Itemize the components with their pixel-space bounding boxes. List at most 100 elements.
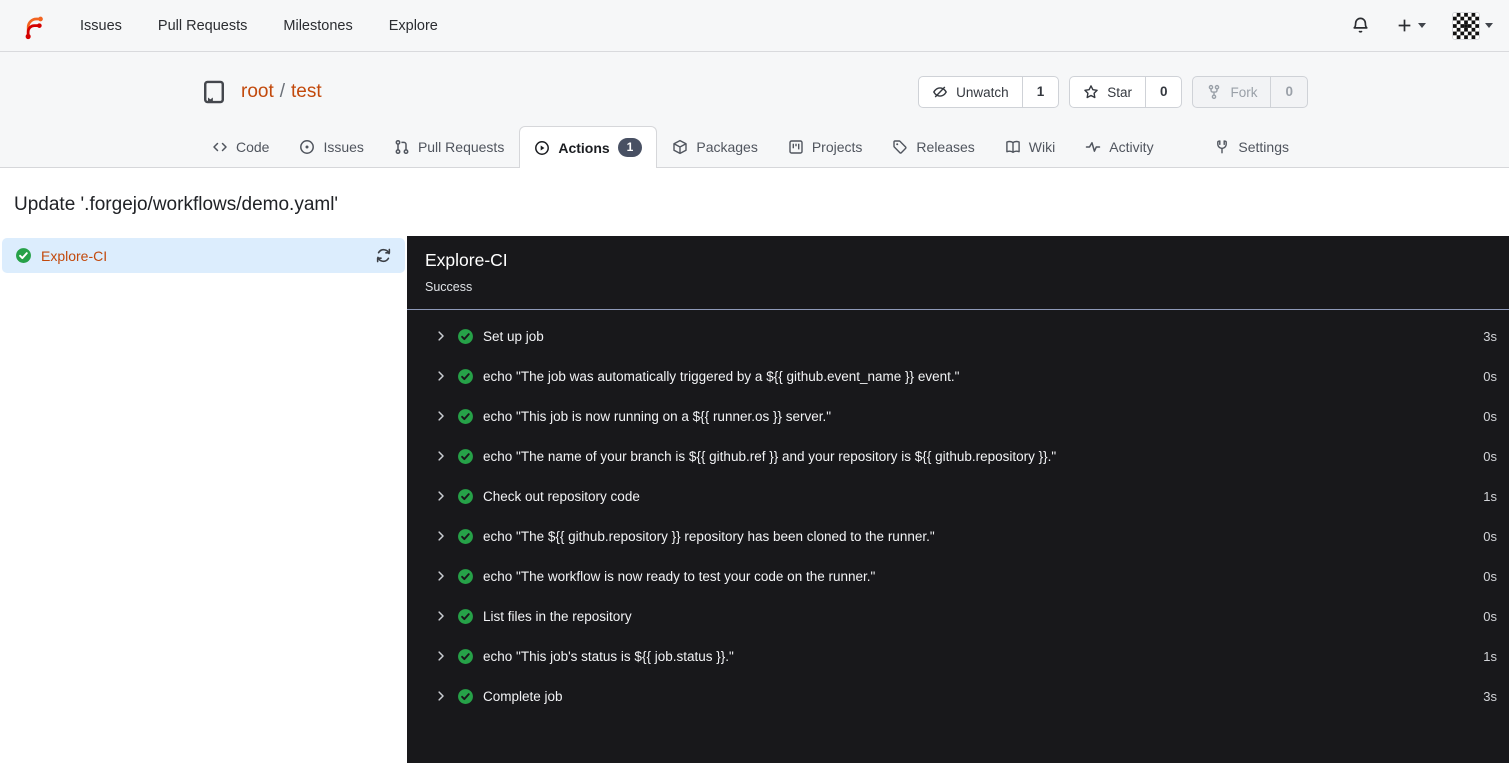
job-status-text: Success (425, 280, 473, 294)
run-layout: Explore-CI Explore-CI Success Set up job… (0, 236, 1509, 763)
nav-item-pull-requests[interactable]: Pull Requests (140, 0, 265, 52)
tab-code[interactable]: Code (197, 126, 284, 167)
check-circle-icon (457, 448, 474, 465)
repo-name-link[interactable]: test (291, 81, 322, 103)
tab-pull-requests[interactable]: Pull Requests (379, 126, 519, 167)
tab-issues[interactable]: Issues (284, 126, 378, 167)
job-step-row[interactable]: echo "The name of your branch is ${{ git… (407, 436, 1509, 476)
forgejo-logo-icon[interactable] (20, 12, 48, 40)
book-icon (1005, 140, 1020, 153)
job-step-row[interactable]: echo "The ${{ github.repository }} repos… (407, 516, 1509, 556)
tab-wiki[interactable]: Wiki (990, 126, 1070, 167)
repo-tabs: Code Issues Pull Requests Actions 1 Pack… (191, 126, 1318, 168)
chevron-right-icon[interactable] (435, 570, 447, 582)
play-circle-icon (535, 140, 550, 155)
step-duration: 0s (1483, 568, 1497, 584)
chevron-right-icon[interactable] (435, 410, 447, 422)
code-icon (213, 142, 227, 152)
user-menu[interactable] (1452, 11, 1493, 40)
nav-item-explore[interactable]: Explore (371, 0, 456, 52)
nav-item-issues[interactable]: Issues (62, 0, 140, 52)
step-duration: 0s (1483, 368, 1497, 384)
chevron-right-icon[interactable] (435, 370, 447, 382)
star-icon (1084, 85, 1099, 99)
chevron-down-icon (1485, 23, 1493, 28)
chevron-right-icon[interactable] (435, 330, 447, 342)
chevron-right-icon[interactable] (435, 490, 447, 502)
notifications-bell-icon[interactable] (1351, 16, 1370, 35)
job-step-row[interactable]: echo "The workflow is now ready to test … (407, 556, 1509, 596)
step-duration: 3s (1483, 688, 1497, 704)
create-new-menu[interactable] (1396, 17, 1426, 34)
step-name: Set up job (483, 328, 544, 344)
tab-projects[interactable]: Projects (773, 126, 878, 167)
job-step-row[interactable]: List files in the repository 0s (407, 596, 1509, 636)
jobs-sidebar: Explore-CI (0, 236, 407, 763)
job-name: Explore-CI (41, 247, 108, 264)
check-circle-icon (457, 328, 474, 345)
chevron-down-icon (1418, 23, 1426, 28)
check-circle-icon (457, 408, 474, 425)
tools-icon (1217, 140, 1228, 154)
watch-count: 1 (1021, 77, 1059, 107)
chevron-right-icon[interactable] (435, 610, 447, 622)
job-step-row[interactable]: echo "This job's status is ${{ job.statu… (407, 636, 1509, 676)
eye-slash-icon (933, 86, 948, 98)
rerun-job-icon[interactable] (375, 247, 392, 264)
step-name: echo "The workflow is now ready to test … (483, 568, 876, 584)
chevron-right-icon[interactable] (435, 450, 447, 462)
package-icon (673, 139, 688, 155)
job-log-panel: Explore-CI Success Set up job 3s echo "T… (407, 236, 1509, 763)
check-circle-icon (457, 528, 474, 545)
check-circle-icon (457, 488, 474, 505)
tab-activity[interactable]: Activity (1070, 126, 1168, 167)
repo-separator: / (279, 81, 286, 102)
check-circle-icon (457, 368, 474, 385)
chevron-right-icon[interactable] (435, 530, 447, 542)
step-name: List files in the repository (483, 608, 632, 624)
nav-item-milestones[interactable]: Milestones (265, 0, 370, 52)
tab-releases[interactable]: Releases (877, 126, 989, 167)
repo-owner-link[interactable]: root (241, 81, 274, 103)
job-step-row[interactable]: Complete job 3s (407, 676, 1509, 716)
star-button[interactable]: Star 0 (1069, 76, 1183, 108)
plus-icon (1398, 19, 1411, 32)
fork-icon (1209, 84, 1220, 100)
sidebar-job-explore-ci[interactable]: Explore-CI (2, 238, 405, 273)
step-duration: 0s (1483, 448, 1497, 464)
repo-icon (204, 80, 224, 104)
job-step-row[interactable]: Check out repository code 1s (407, 476, 1509, 516)
pull-request-icon (395, 139, 409, 155)
check-circle-icon (457, 608, 474, 625)
job-step-row[interactable]: Set up job 3s (407, 316, 1509, 356)
step-duration: 1s (1483, 648, 1497, 664)
actions-count-badge: 1 (617, 138, 643, 157)
chevron-right-icon[interactable] (435, 650, 447, 662)
star-count: 0 (1144, 77, 1182, 107)
step-name: echo "This job is now running on a ${{ r… (483, 408, 832, 424)
fork-button: Fork 0 (1192, 76, 1308, 108)
tab-packages[interactable]: Packages (657, 126, 772, 167)
step-name: echo "The name of your branch is ${{ git… (483, 448, 1057, 464)
tab-actions[interactable]: Actions 1 (519, 126, 658, 168)
job-step-row[interactable]: echo "This job is now running on a ${{ r… (407, 396, 1509, 436)
step-duration: 0s (1483, 408, 1497, 424)
avatar (1452, 11, 1480, 40)
job-step-row[interactable]: echo "The job was automatically triggere… (407, 356, 1509, 396)
step-name: echo "The ${{ github.repository }} repos… (483, 528, 935, 544)
job-panel-header: Explore-CI Success (407, 236, 1509, 310)
tab-settings[interactable]: Settings (1199, 126, 1304, 167)
step-name: echo "This job's status is ${{ job.statu… (483, 648, 734, 664)
page-title: Update '.forgejo/workflows/demo.yaml' (14, 194, 339, 215)
project-board-icon (789, 140, 803, 154)
step-duration: 0s (1483, 608, 1497, 624)
fork-count: 0 (1270, 77, 1307, 107)
issue-icon (300, 140, 315, 154)
unwatch-button[interactable]: Unwatch 1 (918, 76, 1060, 108)
step-name: echo "The job was automatically triggere… (483, 368, 960, 384)
repo-breadcrumb: root / test (241, 81, 322, 103)
repo-header: root / test Unwatch 1 Star 0 Fork 0 Code… (0, 52, 1509, 168)
chevron-right-icon[interactable] (435, 690, 447, 702)
pulse-icon (1085, 142, 1101, 152)
check-circle-icon (16, 248, 31, 263)
